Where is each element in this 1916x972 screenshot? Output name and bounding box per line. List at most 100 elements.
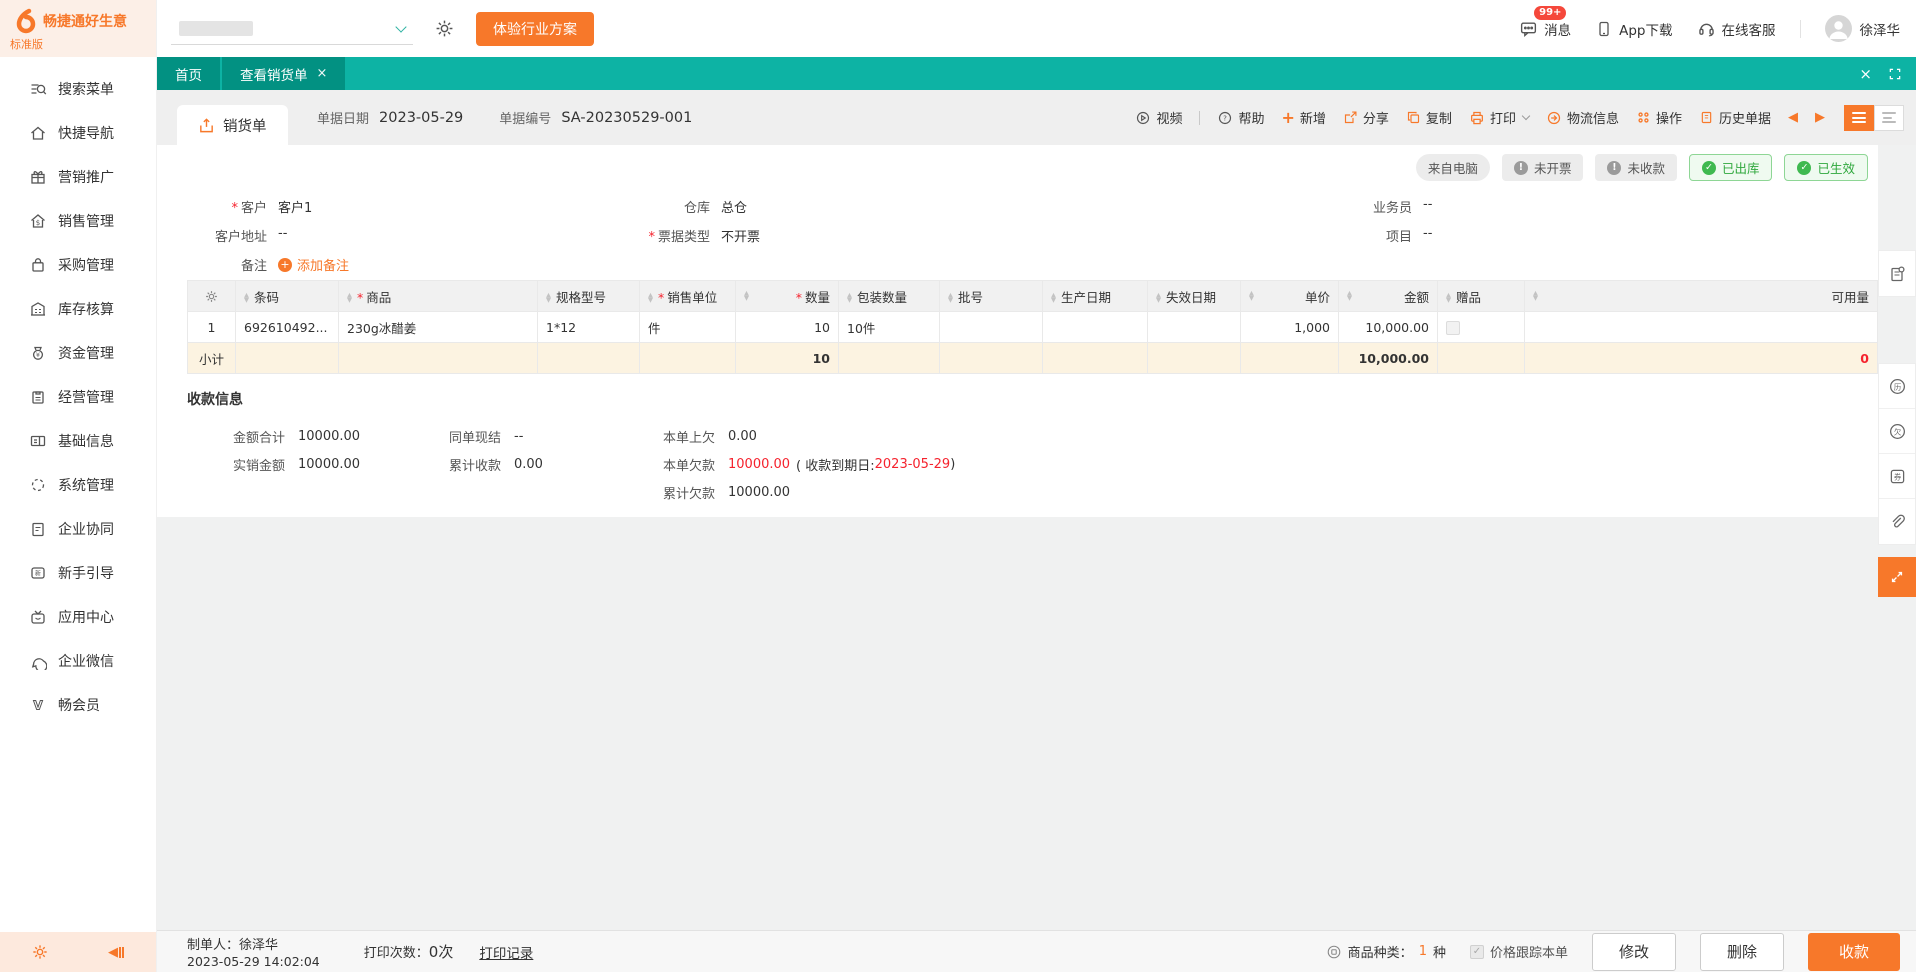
header-product[interactable]: ▲ ▼ * 商品 [338,280,538,312]
cell-exp-date [1147,311,1241,343]
column-settings-header[interactable] [187,280,236,312]
try-industry-solution-button[interactable]: 体验行业方案 [476,11,594,46]
sort-icon[interactable]: ▲ ▼ [1051,292,1056,304]
gift-checkbox[interactable] [1446,320,1460,335]
sidebar-item-operations[interactable]: 经营管理 [0,375,156,419]
header-barcode[interactable]: ▲ ▼ 条码 [235,280,339,312]
doc-type-tab[interactable]: 销货单 [177,105,288,145]
share-button[interactable]: 分享 [1343,108,1389,127]
sidebar-item-quick-nav[interactable]: 快捷导航 [0,111,156,155]
sidebar-item-collaboration[interactable]: 企业协同 [0,507,156,551]
close-all-icon[interactable]: × [1859,65,1872,83]
video-button[interactable]: 视频 [1135,108,1182,127]
sidebar-item-funds[interactable]: ¥ 资金管理 [0,331,156,375]
page-tabbar: 首页 查看销货单 × × [157,57,1916,90]
header-price[interactable]: ▲ ▼ 单价 [1240,280,1339,312]
header-batch[interactable]: ▲ ▼ 批号 [939,280,1043,312]
sort-icon[interactable]: ▲ ▼ [948,292,953,304]
sidebar-item-wechat[interactable]: 企业微信 [0,639,156,683]
uninvoiced-badge: ! 未开票 [1501,154,1584,181]
doc-date-label: 单据日期 [317,112,370,127]
header-qty[interactable]: ▲ ▼ * 数量 [735,280,839,312]
history-button[interactable]: 历史单据 [1699,108,1771,127]
sidebar-item-label: 搜索菜单 [58,82,114,98]
header-spec[interactable]: ▲ ▼ 规格型号 [537,280,640,312]
topbar-gear-icon[interactable] [435,19,454,38]
sku-count-value: 1 [1418,944,1427,959]
logistics-button[interactable]: 物流信息 [1546,108,1619,127]
sidebar-item-member[interactable]: V 畅会员 [0,683,156,727]
prev-due-label: 本单上欠 [662,430,715,446]
card-view-button[interactable] [1874,104,1904,131]
sidebar-item-marketing[interactable]: 营销推广 [0,155,156,199]
sort-icon[interactable]: ▲ ▼ [546,292,551,304]
help-button[interactable]: ? 帮助 [1217,108,1264,127]
history-price-button[interactable]: 历 [1879,364,1915,409]
svg-text:新: 新 [35,569,41,577]
price-track-label: 价格跟踪本单 [1489,946,1568,961]
sort-icon[interactable]: ▲ ▼ [1347,290,1352,302]
expand-panel-button[interactable] [1878,557,1916,597]
sort-icon[interactable]: ▲ ▼ [1249,290,1254,302]
table-row[interactable]: 1 692610492... 230g冰醋姜 1*12 件 10 10件 1,0… [187,311,1878,343]
sort-icon[interactable]: ▲ ▼ [648,292,653,304]
header-pack-qty[interactable]: ▲ ▼ 包装数量 [838,280,940,312]
close-tab-icon[interactable]: × [317,66,328,81]
header-amount[interactable]: ▲ ▼ 金额 [1338,280,1438,312]
price-track-checkbox[interactable]: ✓ [1469,944,1484,959]
receive-payment-button[interactable]: 收款 [1808,932,1900,971]
header-gift[interactable]: ▲ ▼ 赠品 [1437,280,1525,312]
print-button[interactable]: 打印 [1469,108,1531,127]
attachment-button[interactable] [1879,499,1915,544]
doc-note-button[interactable] [1879,251,1915,296]
warehouse-value[interactable]: 总仓 [721,197,747,216]
header-unit[interactable]: ▲ ▼ * 销售单位 [639,280,736,312]
sidebar-item-newbie-guide[interactable]: 新 新手引导 [0,551,156,595]
sort-icon[interactable]: ▲ ▼ [347,292,352,304]
sort-icon[interactable]: ▲ ▼ [244,292,249,304]
list-view-button[interactable] [1844,104,1874,131]
sidebar-item-purchase[interactable]: 采购管理 [0,243,156,287]
prev-doc-icon[interactable]: ◀ [1788,110,1798,125]
add-remark-button[interactable]: + 添加备注 [278,255,349,274]
settings-gear-icon[interactable] [32,944,48,960]
sort-icon[interactable]: ▲ ▼ [1446,292,1451,304]
sort-icon[interactable]: ▲ ▼ [744,290,749,302]
fullscreen-icon[interactable] [1888,67,1902,81]
tab-view-sales-order[interactable]: 查看销货单 × [222,57,346,90]
online-service-link[interactable]: 在线客服 [1697,19,1776,39]
app-download-link[interactable]: App下载 [1595,19,1673,39]
header-exp-date[interactable]: ▲ ▼ 失效日期 [1147,280,1241,312]
print-log-link[interactable]: 打印记录 [479,942,533,962]
customer-value[interactable]: 客户1 [278,197,312,216]
coupon-button[interactable]: 券 [1879,454,1915,499]
next-doc-icon[interactable]: ▶ [1815,110,1825,125]
arrears-button[interactable]: 欠 [1879,409,1915,454]
collapse-sidebar-icon[interactable]: ◀ [108,945,124,960]
sales-house-icon: $ [29,212,47,230]
user-menu[interactable]: 徐泽华 [1824,15,1900,42]
messages-link[interactable]: 消息 99+ [1519,5,1571,39]
sidebar-item-base-info[interactable]: 基础信息 [0,419,156,463]
modify-button[interactable]: 修改 [1592,932,1676,971]
sidebar-item-label: 销售管理 [58,214,114,230]
header-available[interactable]: ▲ ▼ 可用量 [1524,280,1878,312]
actions-button[interactable]: 操作 [1636,108,1682,127]
sidebar-item-search-menu[interactable]: 搜索菜单 [0,67,156,111]
sort-icon[interactable]: ▲ ▼ [1156,292,1161,304]
invoice-type-value[interactable]: 不开票 [721,226,760,245]
logistics-icon [1546,110,1562,126]
delete-button[interactable]: 删除 [1700,932,1784,971]
sidebar-item-sales[interactable]: $ 销售管理 [0,199,156,243]
sidebar-item-app-center[interactable]: 应用中心 [0,595,156,639]
sidebar-item-inventory[interactable]: 库存核算 [0,287,156,331]
add-button[interactable]: + 新增 [1281,108,1325,127]
subtotal-label: 小计 [187,342,236,374]
tab-home[interactable]: 首页 [157,57,220,90]
sort-icon[interactable]: ▲ ▼ [1533,290,1538,302]
org-select[interactable] [171,13,413,45]
sort-icon[interactable]: ▲ ▼ [847,292,852,304]
sidebar-item-system[interactable]: 系统管理 [0,463,156,507]
header-mfg-date[interactable]: ▲ ▼ 生产日期 [1042,280,1148,312]
copy-button[interactable]: 复制 [1406,108,1452,127]
